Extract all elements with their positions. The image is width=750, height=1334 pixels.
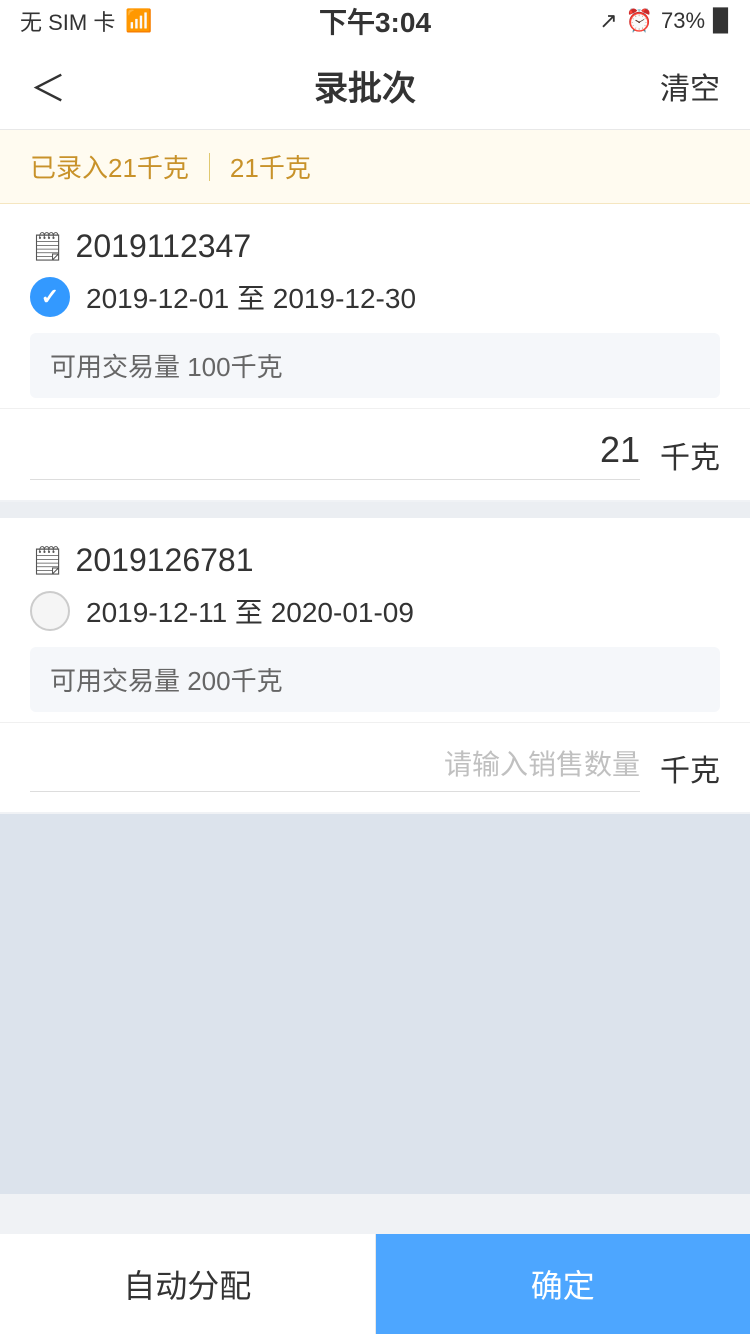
- battery-text: 73%: [661, 8, 705, 34]
- batch-header-2: 🗒 2019126781: [30, 542, 720, 579]
- back-button[interactable]: ＜: [30, 60, 90, 112]
- batch-card-1[interactable]: 🗒 2019112347 2019-12-01 至 2019-12-30 可用交…: [0, 204, 750, 500]
- input-container-1: 21: [30, 429, 640, 480]
- quantity-unit-2: 千克: [660, 746, 720, 790]
- batch-item-1: 🗒 2019112347 2019-12-01 至 2019-12-30 可用交…: [0, 204, 750, 408]
- quantity-value-1[interactable]: 21: [600, 429, 640, 471]
- batch-date-2: 2019-12-11 至 2020-01-09: [86, 591, 414, 631]
- alarm-icon: ⏰: [626, 8, 653, 34]
- status-bar: 无 SIM 卡 📶 下午3:04 ↗ ⏰ 73% ▉: [0, 0, 750, 42]
- status-time: 下午3:04: [319, 1, 431, 41]
- carrier-text: 无 SIM 卡: [20, 5, 115, 37]
- batch-date-row-1: 2019-12-01 至 2019-12-30: [30, 277, 720, 317]
- summary-banner: 已录入21千克 21千克: [0, 130, 750, 204]
- batch-id-1: 2019112347: [76, 228, 252, 265]
- confirm-button[interactable]: 确定: [376, 1234, 750, 1334]
- batch-header-1: 🗒 2019112347: [30, 228, 720, 265]
- quantity-placeholder-2[interactable]: 请输入销售数量: [30, 743, 640, 783]
- batch-doc-icon-1: 🗒: [30, 230, 66, 263]
- batch-doc-icon-2: 🗒: [30, 544, 66, 577]
- clear-button[interactable]: 清空: [640, 64, 720, 108]
- status-carrier: 无 SIM 卡 📶: [20, 5, 153, 37]
- batch-available-1: 可用交易量 100千克: [30, 333, 720, 398]
- summary-divider: [209, 153, 210, 181]
- wifi-icon: 📶: [125, 8, 152, 34]
- batch-available-2: 可用交易量 200千克: [30, 647, 720, 712]
- page-title: 录批次: [90, 61, 640, 110]
- summary-label: 已录入21千克: [30, 148, 189, 185]
- batch-date-row-2: 2019-12-11 至 2020-01-09: [30, 591, 720, 631]
- batch-id-2: 2019126781: [76, 542, 254, 579]
- batch-date-1: 2019-12-01 至 2019-12-30: [86, 277, 416, 317]
- input-container-2: 请输入销售数量: [30, 743, 640, 792]
- quantity-unit-1: 千克: [660, 433, 720, 477]
- batch-input-row-2: 请输入销售数量 千克: [0, 722, 750, 812]
- radio-button-1[interactable]: [30, 277, 70, 317]
- auto-distribute-button[interactable]: 自动分配: [0, 1234, 376, 1334]
- location-icon: ↗: [599, 8, 617, 34]
- bottom-bar: 自动分配 确定: [0, 1234, 750, 1334]
- nav-bar: ＜ 录批次 清空: [0, 42, 750, 130]
- status-right: ↗ ⏰ 73% ▉: [599, 8, 730, 34]
- batch-card-2[interactable]: 🗒 2019126781 2019-12-11 至 2020-01-09 可用交…: [0, 518, 750, 812]
- summary-value: 21千克: [230, 148, 311, 185]
- batch-item-2: 🗒 2019126781 2019-12-11 至 2020-01-09 可用交…: [0, 518, 750, 722]
- battery-icon: ▉: [713, 8, 730, 34]
- keyboard-area: [0, 814, 750, 1194]
- radio-button-2[interactable]: [30, 591, 70, 631]
- batch-input-row-1: 21 千克: [0, 408, 750, 500]
- section-gap: [0, 502, 750, 518]
